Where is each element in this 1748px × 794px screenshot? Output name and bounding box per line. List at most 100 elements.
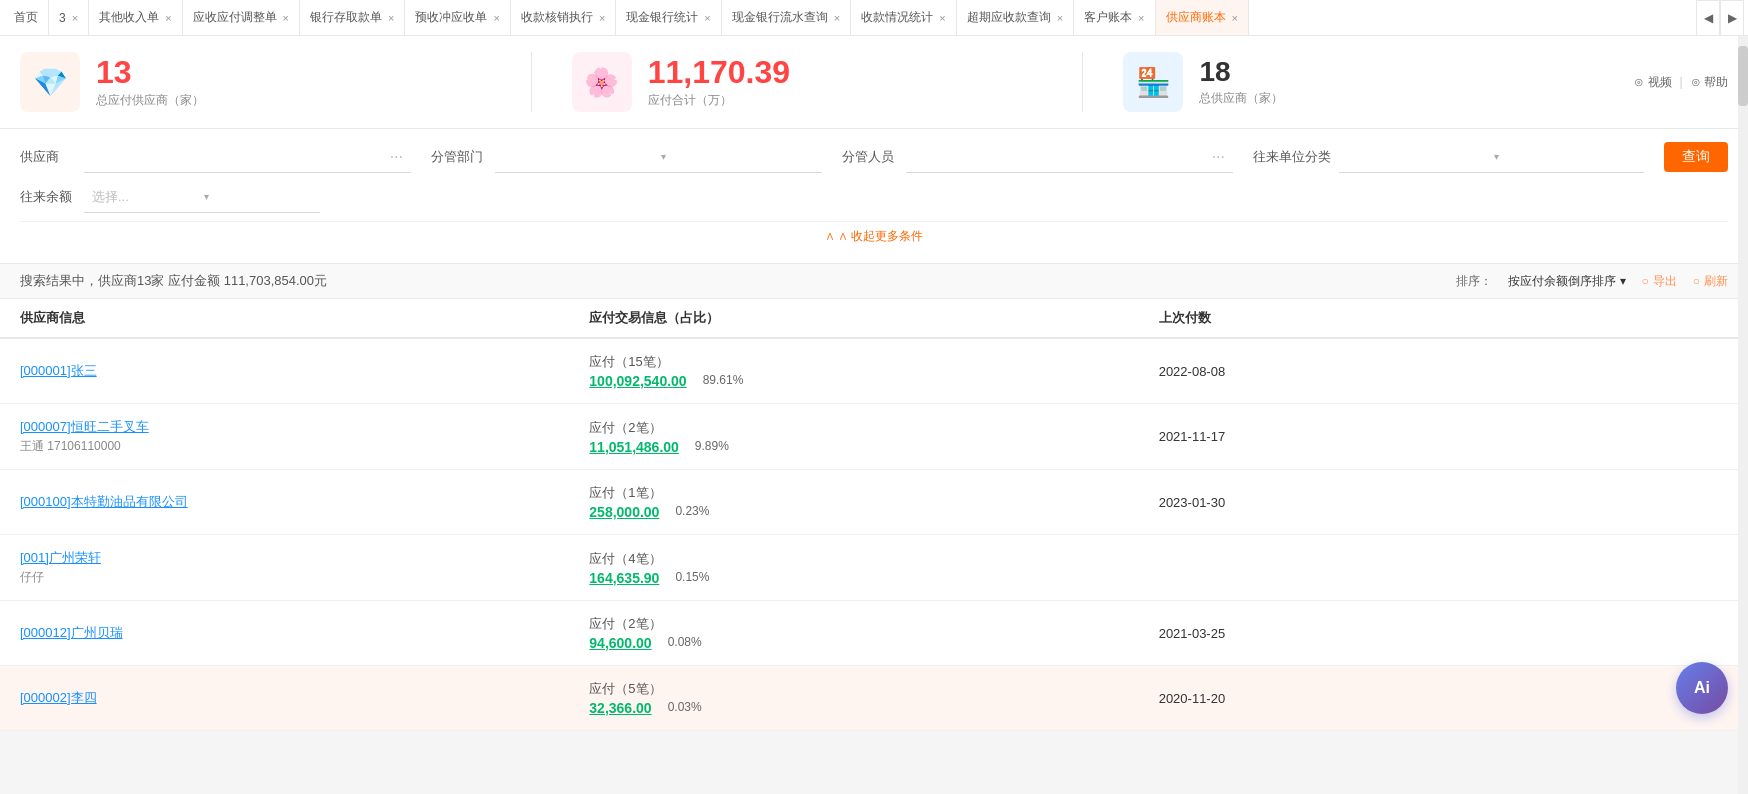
payable-label: 应付（5笔） — [589, 680, 1158, 698]
query-button[interactable]: 查询 — [1664, 142, 1728, 172]
nav-tab-supplier-ledger[interactable]: 供应商账本× — [1156, 0, 1249, 36]
close-tab-icon[interactable]: × — [834, 12, 840, 24]
close-tab-icon[interactable]: × — [939, 12, 945, 24]
close-tab-icon[interactable]: × — [1138, 12, 1144, 24]
dept-select[interactable]: ▾ — [495, 141, 822, 173]
payable-amount[interactable]: 258,000.00 — [589, 504, 659, 520]
summary-card-total: 🏪 18 总供应商（家） — [1123, 52, 1634, 112]
close-tab-icon[interactable]: × — [1057, 12, 1063, 24]
nav-tab-payment-verify[interactable]: 收款核销执行× — [511, 0, 616, 36]
balance-chevron-icon: ▾ — [204, 191, 312, 202]
transaction-cell: 应付（2笔） 94,600.00 0.08% — [589, 615, 1158, 651]
supplier-info-cell: [000012]广州贝瑞 — [20, 624, 589, 642]
collapse-bar[interactable]: ∧ ∧ 收起更多条件 — [20, 221, 1728, 251]
nav-tab-prepayment[interactable]: 预收冲应收单× — [405, 0, 510, 36]
nav-prev-arrow[interactable]: ◀ — [1696, 0, 1720, 36]
summary-bar: 💎 13 总应付供应商（家） 🌸 11,170.39 应付合计（万） 🏪 18 … — [0, 36, 1748, 129]
person-input-box[interactable]: ··· — [906, 141, 1233, 173]
payable-amount-row: 32,366.000.03% — [589, 698, 1158, 716]
video-link[interactable]: ⊙ 视频 — [1634, 74, 1671, 91]
sort-select[interactable]: 按应付余额倒序排序 ▾ — [1508, 273, 1625, 290]
supplier-icon: 💎 — [20, 52, 80, 112]
transaction-cell: 应付（1笔）258,000.000.23% — [589, 484, 1158, 520]
dept-chevron-icon: ▾ — [661, 151, 815, 162]
col-header-last-payment: 上次付数 — [1159, 309, 1728, 327]
refresh-label: 刷新 — [1704, 273, 1728, 290]
payable-amount[interactable]: 100,092,540.00 — [589, 373, 686, 389]
close-tab-icon[interactable]: × — [283, 12, 289, 24]
payable-amount-row: 94,600.00 0.08% — [589, 633, 1158, 651]
top-right-links: ⊙ 视频 | ⊙ 帮助 — [1634, 74, 1728, 91]
summary-info-1: 13 总应付供应商（家） — [96, 56, 204, 109]
person-input[interactable] — [914, 141, 1208, 173]
payable-amount[interactable]: 32,366.00 — [589, 700, 651, 716]
table-row: [001]广州荣轩仔仔应付（4笔）164,635.900.15% — [0, 535, 1748, 601]
close-tab-icon[interactable]: × — [493, 12, 499, 24]
nav-tab-cash-bank-flow[interactable]: 现金银行流水查询× — [722, 0, 851, 36]
filter-row-1: 供应商 ··· 分管部门 ▾ 分管人员 ··· 往来单位分类 ▾ — [20, 141, 1728, 173]
close-tab-icon[interactable]: × — [599, 12, 605, 24]
help-link[interactable]: ⊙ 帮助 — [1691, 74, 1728, 91]
last-payment-cell: 2021-11-17 — [1159, 429, 1728, 444]
total-payable-amount-label: 应付合计（万） — [648, 92, 790, 109]
nav-tab-ar-ap-adjust[interactable]: 应收应付调整单× — [183, 0, 300, 36]
payable-amount[interactable]: 94,600.00 — [589, 635, 651, 651]
supplier-filter: 供应商 ··· — [20, 141, 411, 173]
nav-tab-overdue-ar[interactable]: 超期应收款查询× — [957, 0, 1074, 36]
supplier-link[interactable]: [000007]恒旺二手叉车 — [20, 419, 149, 434]
ai-button-label: Ai — [1694, 679, 1710, 697]
nav-tab-customer-ledger[interactable]: 客户账本× — [1074, 0, 1155, 36]
results-actions: 排序： 按应付余额倒序排序 ▾ ○ 导出 ○ 刷新 — [1456, 273, 1728, 290]
nav-tab-bank-deposit[interactable]: 银行存取款单× — [300, 0, 405, 36]
close-tab-icon[interactable]: × — [72, 12, 78, 24]
supplier-info-cell: [000007]恒旺二手叉车王通 17106110000 — [20, 418, 589, 455]
supplier-link[interactable]: [000002]李四 — [20, 690, 97, 705]
side-scrollbar[interactable] — [1738, 36, 1748, 731]
supplier-filter-label: 供应商 — [20, 148, 76, 166]
last-payment-cell: 2020-11-20 — [1159, 691, 1728, 706]
supplier-input-box[interactable]: ··· — [84, 141, 411, 173]
balance-select[interactable]: 选择... ▾ — [84, 181, 320, 213]
summary-info-2: 11,170.39 应付合计（万） — [648, 56, 790, 109]
close-tab-icon[interactable]: × — [704, 12, 710, 24]
supplier-link[interactable]: [000001]张三 — [20, 363, 97, 378]
close-tab-icon[interactable]: × — [1232, 12, 1238, 24]
export-button[interactable]: ○ 导出 — [1642, 273, 1677, 290]
payable-percent: 0.15% — [675, 570, 709, 584]
nav-tab-other-income[interactable]: 其他收入单× — [89, 0, 182, 36]
category-select[interactable]: ▾ — [1339, 141, 1644, 173]
payable-amount[interactable]: 11,051,486.00 — [589, 439, 679, 455]
close-tab-icon[interactable]: × — [388, 12, 394, 24]
col-header-transaction: 应付交易信息（占比） — [589, 309, 1158, 327]
refresh-icon: ○ — [1693, 274, 1700, 288]
scrollbar-thumb[interactable] — [1738, 46, 1748, 106]
nav-tab-payment-stat[interactable]: 收款情况统计× — [851, 0, 956, 36]
nav-tab-tab3[interactable]: 3× — [49, 0, 89, 36]
payable-amount[interactable]: 164,635.90 — [589, 570, 659, 586]
transaction-cell: 应付（4笔） 164,635.90 0.15% — [589, 550, 1158, 586]
data-table: 供应商信息 应付交易信息（占比） 上次付数 [000001]张三应付（15笔）1… — [0, 299, 1748, 731]
supplier-link[interactable]: [000100]本特勤油品有限公司 — [20, 494, 188, 509]
nav-next-arrow[interactable]: ▶ — [1720, 0, 1744, 36]
supplier-dots-icon[interactable]: ··· — [390, 148, 403, 166]
payable-percent: 0.08% — [668, 635, 702, 649]
close-tab-icon[interactable]: × — [165, 12, 171, 24]
divider-1 — [531, 52, 532, 112]
supplier-info-cell: [000001]张三 — [20, 362, 589, 380]
table-row: [000001]张三应付（15笔）100,092,540.0089.61%202… — [0, 339, 1748, 404]
supplier-input[interactable] — [92, 141, 386, 173]
payable-label: 应付（4笔） — [589, 550, 1158, 568]
supplier-link[interactable]: [001]广州荣轩 — [20, 550, 101, 565]
ai-button[interactable]: Ai — [1676, 662, 1728, 714]
divider-2 — [1082, 52, 1083, 112]
payable-label: 应付（2笔） — [589, 615, 1158, 633]
nav-tab-cash-bank-stat[interactable]: 现金银行统计× — [616, 0, 721, 36]
supplier-link[interactable]: [000012]广州贝瑞 — [20, 625, 123, 640]
person-dots-icon[interactable]: ··· — [1212, 148, 1225, 166]
collapse-icon: ∧ — [825, 229, 835, 243]
refresh-button[interactable]: ○ 刷新 — [1693, 273, 1728, 290]
sort-arrow-icon: ▾ — [1620, 274, 1626, 288]
payable-percent: 89.61% — [703, 373, 744, 387]
nav-tab-home[interactable]: 首页 — [4, 0, 49, 36]
table-body: [000001]张三应付（15笔）100,092,540.0089.61%202… — [0, 339, 1748, 731]
